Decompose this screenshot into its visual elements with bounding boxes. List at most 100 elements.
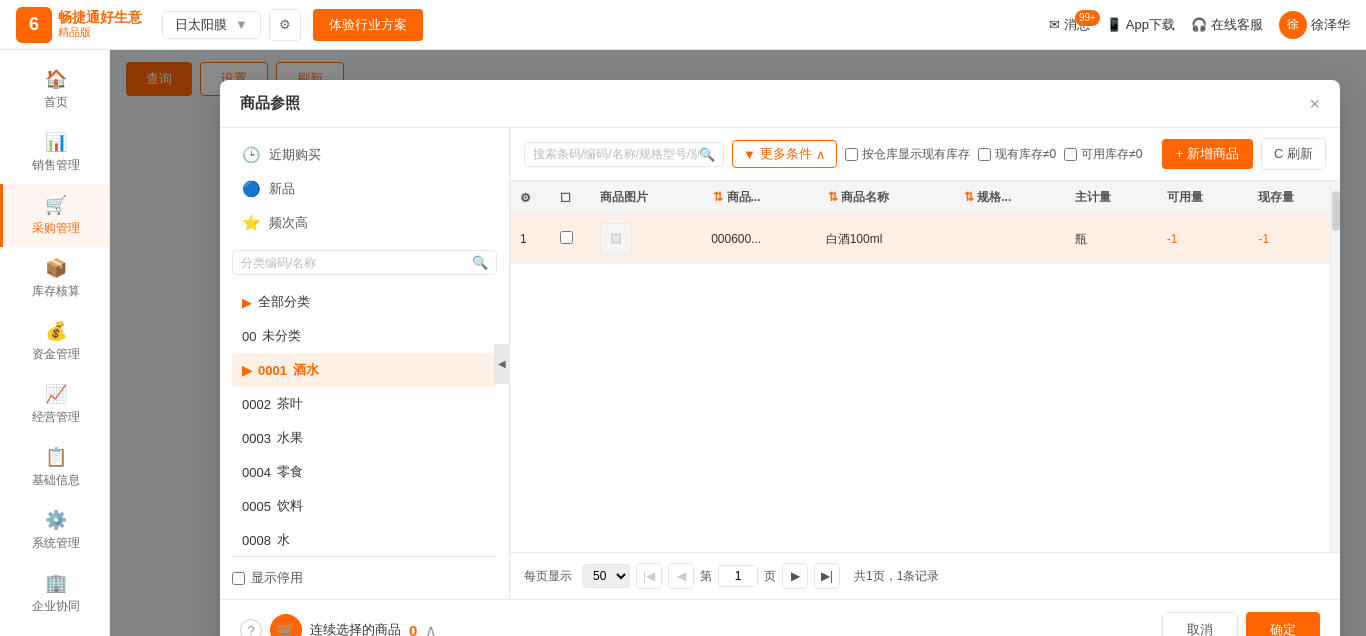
logo-sub: 精品版 (58, 25, 142, 40)
checkbox-warehouse: 按仓库显示现有库存 (845, 146, 970, 163)
page-prev-button[interactable]: ◀ (668, 563, 694, 589)
nav-store-selector[interactable]: 日太阳膜 ▼ (162, 11, 261, 39)
recent-purchase-label: 近期购买 (269, 146, 321, 164)
page-number-input[interactable] (718, 565, 758, 587)
recent-purchase-btn[interactable]: 🕒 近期购买 (232, 140, 497, 170)
sidebar-item-basic[interactable]: 📋 基础信息 (0, 436, 109, 499)
star-icon: ⭐ (242, 214, 261, 232)
inventory-icon: 📦 (45, 257, 67, 279)
category-0002[interactable]: 0002 茶叶 (232, 387, 497, 421)
category-0001[interactable]: ▶ 0001 酒水 (232, 353, 497, 387)
sidebar-label-operation: 经营管理 (32, 409, 80, 426)
category-all[interactable]: ▶ 全部分类 (232, 285, 497, 319)
category-0004-label: 零食 (277, 463, 303, 481)
product-search-input[interactable] (533, 147, 699, 161)
cancel-button[interactable]: 取消 (1162, 612, 1238, 636)
product-reference-modal: 商品参照 × 🕒 近期购买 🔵 新品 (220, 80, 1340, 636)
available-nonzero-checkbox[interactable] (1064, 148, 1077, 161)
row-code: 000600... (701, 215, 816, 264)
filter-icon: ▼ (743, 147, 756, 162)
refresh-table-button[interactable]: C 刷新 (1261, 138, 1326, 170)
warehouse-checkbox[interactable] (845, 148, 858, 161)
col-name[interactable]: ⇅ 商品名称 (816, 181, 952, 215)
app-download-button[interactable]: 📱 App下载 (1106, 16, 1175, 34)
scrollbar-thumb[interactable] (1332, 191, 1340, 231)
row-index: 1 (510, 215, 550, 264)
col-image-label: 商品图片 (600, 190, 648, 204)
category-search-icon[interactable]: 🔍 (472, 255, 488, 270)
try-button[interactable]: 体验行业方案 (313, 9, 423, 41)
category-0005-code: 0005 (242, 499, 271, 514)
service-button[interactable]: 🎧 在线客服 (1191, 16, 1263, 34)
sidebar-item-finance[interactable]: 💰 资金管理 (0, 310, 109, 373)
message-button[interactable]: ✉ 消息 99+ (1049, 16, 1090, 34)
modal-title: 商品参照 (240, 94, 1309, 113)
sidebar-item-inventory[interactable]: 📦 库存核算 (0, 247, 109, 310)
modal-header: 商品参照 × (220, 80, 1340, 128)
show-disabled-checkbox[interactable] (232, 572, 245, 585)
category-0008[interactable]: 0008 水 (232, 523, 497, 556)
page-first-button[interactable]: |◀ (636, 563, 662, 589)
search-icon[interactable]: 🔍 (699, 147, 715, 162)
more-filter-button[interactable]: ▼ 更多条件 ∧ (732, 140, 837, 168)
new-product-btn[interactable]: 🔵 新品 (232, 174, 497, 204)
sort-icon-spec: ⇅ (964, 190, 974, 204)
col-spec[interactable]: ⇅ 规格... (952, 181, 1065, 215)
col-unit: 主计量 (1065, 181, 1157, 215)
app-download-label: App下载 (1126, 16, 1175, 34)
sidebar-item-system[interactable]: ⚙️ 系统管理 (0, 499, 109, 562)
category-0003[interactable]: 0003 水果 (232, 421, 497, 455)
collapse-panel-button[interactable]: ◀ (494, 344, 510, 384)
page-next-button[interactable]: ▶ (782, 563, 808, 589)
sidebar-item-purchase[interactable]: 🛒 采购管理 (0, 184, 109, 247)
per-page-select[interactable]: 50 (582, 564, 630, 588)
col-settings: ⚙ (510, 181, 550, 215)
store-name: 日太阳膜 (175, 16, 227, 34)
collab-icon: 🏢 (45, 572, 67, 594)
sidebar-label-collab: 企业协同 (32, 598, 80, 615)
sidebar-item-operation[interactable]: 📈 经营管理 (0, 373, 109, 436)
username: 徐泽华 (1311, 16, 1350, 34)
product-table: ⚙ ☐ 商品图片 ⇅ 商品... (510, 181, 1340, 264)
row-checkbox[interactable] (550, 215, 590, 264)
col-unit-label: 主计量 (1075, 190, 1111, 204)
category-0005[interactable]: 0005 饮料 (232, 489, 497, 523)
sort-icon-name: ⇅ (828, 190, 838, 204)
add-product-button[interactable]: + 新增商品 (1162, 139, 1253, 169)
sidebar: 🏠 首页 📊 销售管理 🛒 采购管理 📦 库存核算 💰 资金管理 📈 经营管理 … (0, 50, 110, 636)
category-00[interactable]: 00 未分类 (232, 319, 497, 353)
help-icon[interactable]: ? (240, 619, 262, 636)
col-code[interactable]: ⇅ 商品... (701, 181, 816, 215)
frequent-btn[interactable]: ⭐ 频次高 (232, 208, 497, 238)
stock-nonzero-checkbox[interactable] (978, 148, 991, 161)
settings-icon[interactable]: ⚙ (269, 9, 301, 41)
col-available-label: 可用量 (1167, 190, 1203, 204)
logo: 6 畅捷通好生意 精品版 (16, 7, 142, 43)
table-header-row: ⚙ ☐ 商品图片 ⇅ 商品... (510, 181, 1340, 215)
sidebar-item-collab[interactable]: 🏢 企业协同 (0, 562, 109, 625)
modal-footer: ? 🛒 连续选择的商品 0 ∧ 取消 确定 (220, 599, 1340, 636)
vertical-scrollbar[interactable] (1330, 181, 1340, 552)
modal-close-button[interactable]: × (1309, 95, 1320, 113)
sidebar-item-home[interactable]: 🏠 首页 (0, 58, 109, 121)
modal-body: 🕒 近期购买 🔵 新品 ⭐ 频次高 (220, 128, 1340, 599)
col-name-label: 商品名称 (841, 190, 889, 204)
category-0008-code: 0008 (242, 533, 271, 548)
sidebar-item-sales[interactable]: 📊 销售管理 (0, 121, 109, 184)
chevron-left-icon: ◀ (498, 358, 506, 369)
toolbar: 🔍 ▼ 更多条件 ∧ 按仓库显示现有库存 (510, 128, 1340, 181)
table-row[interactable]: 1 🖼 000600... 白酒100ml (510, 215, 1340, 264)
page-last-button[interactable]: ▶| (814, 563, 840, 589)
category-search-input[interactable] (241, 256, 472, 270)
page-total-info: 共1页，1条记录 (854, 568, 939, 585)
user-menu[interactable]: 徐 徐泽华 (1279, 11, 1350, 39)
message-badge: 99+ (1075, 10, 1100, 26)
category-list: ▶ 全部分类 00 未分类 ▶ 0001 酒水 (232, 285, 497, 556)
cart-collapse-button[interactable]: ∧ (425, 621, 437, 637)
confirm-button[interactable]: 确定 (1246, 612, 1320, 636)
sort-icon: ⇅ (713, 190, 723, 204)
nav-right: ✉ 消息 99+ 📱 App下载 🎧 在线客服 徐 徐泽华 (1049, 11, 1350, 39)
category-0004[interactable]: 0004 零食 (232, 455, 497, 489)
sidebar-item-guide[interactable]: 🌟 新手引导 (0, 625, 109, 636)
category-0002-code: 0002 (242, 397, 271, 412)
